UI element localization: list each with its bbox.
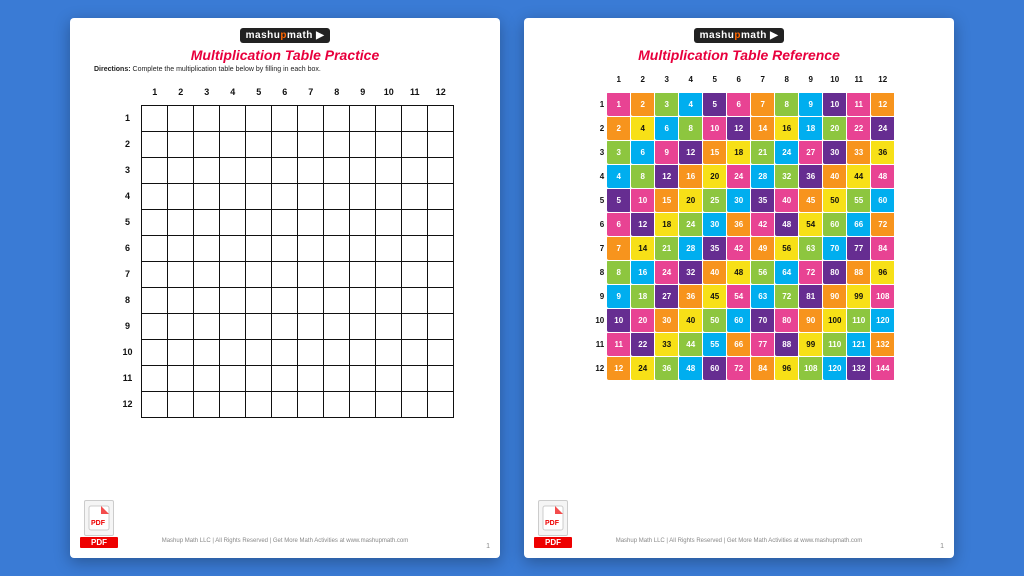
- practice-title: Multiplication Table Practice: [191, 47, 380, 63]
- footer-1: Mashup Math LLC | All Rights Reserved | …: [162, 538, 409, 544]
- reference-table: 123456789101112 112345678910111222468101…: [583, 68, 896, 381]
- pdf-label-2: PDF: [534, 537, 572, 548]
- svg-text:PDF: PDF: [91, 520, 106, 527]
- pdf-icon-2: PDF: [538, 500, 568, 536]
- directions-text: Directions: Complete the multiplication …: [84, 66, 486, 73]
- reference-page: mashupmath ▶ Multiplication Table Refere…: [524, 18, 954, 558]
- page-num-2: 1: [940, 543, 944, 550]
- pdf-icon-1: PDF: [84, 500, 114, 536]
- pdf-label-1: PDF: [80, 537, 118, 548]
- practice-page: mashupmath ▶ Multiplication Table Practi…: [70, 18, 500, 558]
- pdf-badge-1: PDF PDF: [80, 500, 118, 548]
- logo-bar-2: mashupmath ▶: [694, 28, 785, 43]
- practice-table: 123456789101112 123456789101112: [116, 79, 455, 418]
- pdf-badge-2: PDF PDF: [534, 500, 572, 548]
- footer-2: Mashup Math LLC | All Rights Reserved | …: [616, 538, 863, 544]
- reference-title: Multiplication Table Reference: [638, 47, 840, 63]
- logo-bar-1: mashupmath ▶: [240, 28, 331, 43]
- svg-text:PDF: PDF: [545, 520, 560, 527]
- page-num-1: 1: [486, 543, 490, 550]
